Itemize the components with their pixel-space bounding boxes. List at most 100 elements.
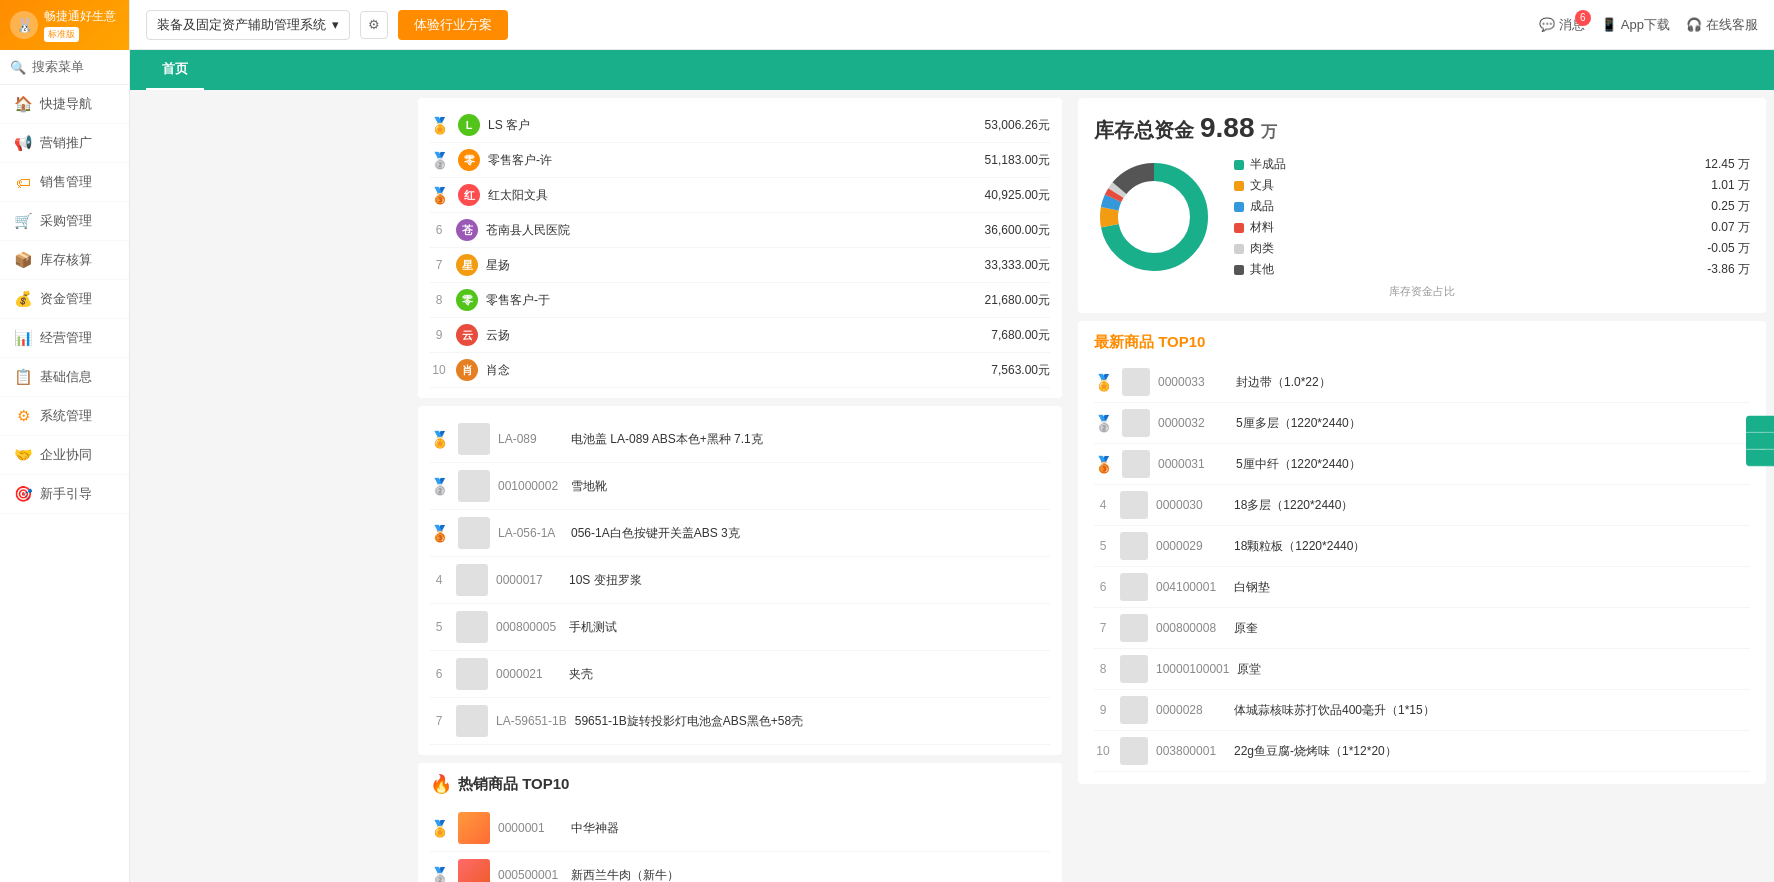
donut-svg: [1094, 157, 1214, 277]
list-item: 🥈 001000002 雪地靴: [430, 463, 1050, 510]
bronze-medal-icon: 🥉: [430, 186, 450, 205]
list-item: 🏅 L LS 客户 53,006.26元: [430, 108, 1050, 143]
gold-medal-icon: 🏅: [430, 116, 450, 135]
list-item: 6 苍 苍南县人民医院 36,600.00元: [430, 213, 1050, 248]
list-item: 10 003800001 22g鱼豆腐-烧烤味（1*12*20）: [1094, 731, 1750, 772]
middle-panel: 🏅 L LS 客户 53,006.26元 🥈 零 零售客户-许 51,183.0…: [410, 90, 1070, 882]
customer-rank-list: 🏅 L LS 客户 53,006.26元 🥈 零 零售客户-许 51,183.0…: [430, 108, 1050, 388]
new-products-card: 最新商品 TOP10 🏅 0000033 封边带（1.0*22） 🥈 00000…: [1078, 321, 1766, 784]
product-image: [1120, 532, 1148, 560]
content: 🏅 L LS 客户 53,006.26元 🥈 零 零售客户-许 51,183.0…: [130, 90, 1774, 882]
legend-item: 其他 -3.86 万: [1234, 261, 1750, 278]
legend-item: 材料 0.07 万: [1234, 219, 1750, 236]
settings-button[interactable]: ⚙: [360, 11, 388, 39]
hot-products-right-card: 🏅 LA-089 电池盖 LA-089 ABS本色+黑种 7.1克 🥈 0010…: [418, 406, 1062, 755]
list-item: 🥉 LA-056-1A 056-1A白色按键开关盖ABS 3克: [430, 510, 1050, 557]
trial-button[interactable]: 体验行业方案: [398, 10, 508, 40]
cart-icon: 🛒: [14, 212, 32, 230]
list-item: 🥈 零 零售客户-许 51,183.00元: [430, 143, 1050, 178]
rank-badge: L: [458, 114, 480, 136]
top-bar-right: 💬 消息 6 📱 App下载 🎧 在线客服: [1539, 16, 1758, 34]
list-item: 🥉 红 红太阳文具 40,925.00元: [430, 178, 1050, 213]
megaphone-icon: 📢: [14, 134, 32, 152]
message-button[interactable]: 💬 消息 6: [1539, 16, 1585, 34]
donut-chart: [1094, 157, 1214, 277]
search-menu[interactable]: 🔍 搜索菜单: [0, 50, 129, 85]
tab-home[interactable]: 首页: [146, 50, 204, 90]
product-image: [1122, 368, 1150, 396]
gold-medal-icon: 🏅: [430, 430, 450, 449]
float-btn-live[interactable]: 直播: [1746, 450, 1774, 467]
product-image: [456, 611, 488, 643]
rank-badge: 零: [456, 289, 478, 311]
customer-ranking-card: 🏅 L LS 客户 53,006.26元 🥈 零 零售客户-许 51,183.0…: [418, 98, 1062, 398]
product-image: [458, 859, 490, 882]
product-image: [1120, 491, 1148, 519]
sidebar-item-guide[interactable]: 🎯 新手引导: [0, 475, 129, 514]
product-image: [458, 517, 490, 549]
gold-medal-icon: 🏅: [430, 819, 450, 838]
rank-badge: 苍: [456, 219, 478, 241]
inventory-caption: 库存资金占比: [1094, 284, 1750, 299]
legend-item: 文具 1.01 万: [1234, 177, 1750, 194]
product-image: [456, 658, 488, 690]
sidebar-item-quick-nav[interactable]: 🏠 快捷导航: [0, 85, 129, 124]
bronze-medal-icon: 🥉: [1094, 455, 1114, 474]
float-btn-service[interactable]: 客服热线: [1746, 416, 1774, 433]
list-item: 9 云 云扬 7,680.00元: [430, 318, 1050, 353]
legend-dot: [1234, 223, 1244, 233]
sidebar-item-finance[interactable]: 💰 资金管理: [0, 280, 129, 319]
legend-dot: [1234, 160, 1244, 170]
list-item: 🥈 0000032 5厘多层（1220*2440）: [1094, 403, 1750, 444]
hot-products-title: 🔥 热销商品 TOP10: [430, 773, 1050, 795]
system-selector[interactable]: 装备及固定资产辅助管理系统 ▾: [146, 10, 350, 40]
list-item: 5 000800005 手机测试: [430, 604, 1050, 651]
message-icon: 💬: [1539, 17, 1555, 32]
product-image: [1120, 737, 1148, 765]
app-download-button[interactable]: 📱 App下载: [1601, 16, 1670, 34]
product-image: [456, 705, 488, 737]
money-icon: 💰: [14, 290, 32, 308]
product-image: [1120, 614, 1148, 642]
sidebar-item-system[interactable]: ⚙ 系统管理: [0, 397, 129, 436]
list-item: 5 0000029 18颗粒板（1220*2440）: [1094, 526, 1750, 567]
product-image: [458, 812, 490, 844]
list-item: 8 10000100001 原堂: [1094, 649, 1750, 690]
inventory-amount: 9.88: [1200, 112, 1255, 144]
left-panel-spacer: [130, 90, 410, 882]
search-icon: 🔍: [10, 60, 26, 75]
sidebar-item-enterprise[interactable]: 🤝 企业协同: [0, 436, 129, 475]
list-item: 🥈 000500001 新西兰牛肉（新牛）: [430, 852, 1050, 882]
rank-badge: 红: [458, 184, 480, 206]
silver-medal-icon: 🥈: [430, 477, 450, 496]
float-buttons: 客服热线 服务社区 直播: [1746, 416, 1774, 467]
sidebar-item-marketing[interactable]: 📢 营销推广: [0, 124, 129, 163]
product-image: [1120, 696, 1148, 724]
sidebar-item-inventory[interactable]: 📦 库存核算: [0, 241, 129, 280]
box-icon: 📦: [14, 251, 32, 269]
legend-dot: [1234, 181, 1244, 191]
hot-products-list: 🏅 0000001 中华神器 🥈 000500001 新西兰牛肉（新牛） 🥉: [430, 805, 1050, 882]
sidebar-item-purchase[interactable]: 🛒 采购管理: [0, 202, 129, 241]
tab-bar: 首页: [130, 50, 1774, 90]
product-image: [456, 564, 488, 596]
list-item: 🏅 LA-089 电池盖 LA-089 ABS本色+黑种 7.1克: [430, 416, 1050, 463]
bronze-medal-icon: 🥉: [430, 524, 450, 543]
legend-dot: [1234, 265, 1244, 275]
list-item: 4 0000030 18多层（1220*2440）: [1094, 485, 1750, 526]
gold-medal-icon: 🏅: [1094, 373, 1114, 392]
silver-medal-icon: 🥈: [430, 866, 450, 883]
list-item: 🏅 0000033 封边带（1.0*22）: [1094, 362, 1750, 403]
sidebar: 🐰 畅捷通好生意 标准版 🔍 搜索菜单 🏠 快捷导航 📢 营销推广 🏷 销售管理…: [0, 0, 130, 882]
hot-products-right-list: 🏅 LA-089 电池盖 LA-089 ABS本色+黑种 7.1克 🥈 0010…: [430, 416, 1050, 745]
sidebar-item-basic[interactable]: 📋 基础信息: [0, 358, 129, 397]
list-item: 7 000800008 原奎: [1094, 608, 1750, 649]
list-item: 🏅 0000001 中华神器: [430, 805, 1050, 852]
legend-item: 肉类 -0.05 万: [1234, 240, 1750, 257]
list-item: 9 0000028 体城蒜核味苏打饮品400毫升（1*15）: [1094, 690, 1750, 731]
product-image: [458, 470, 490, 502]
sidebar-item-sales[interactable]: 🏷 销售管理: [0, 163, 129, 202]
service-button[interactable]: 🎧 在线客服: [1686, 16, 1758, 34]
sidebar-item-operation[interactable]: 📊 经营管理: [0, 319, 129, 358]
float-btn-community[interactable]: 服务社区: [1746, 433, 1774, 450]
